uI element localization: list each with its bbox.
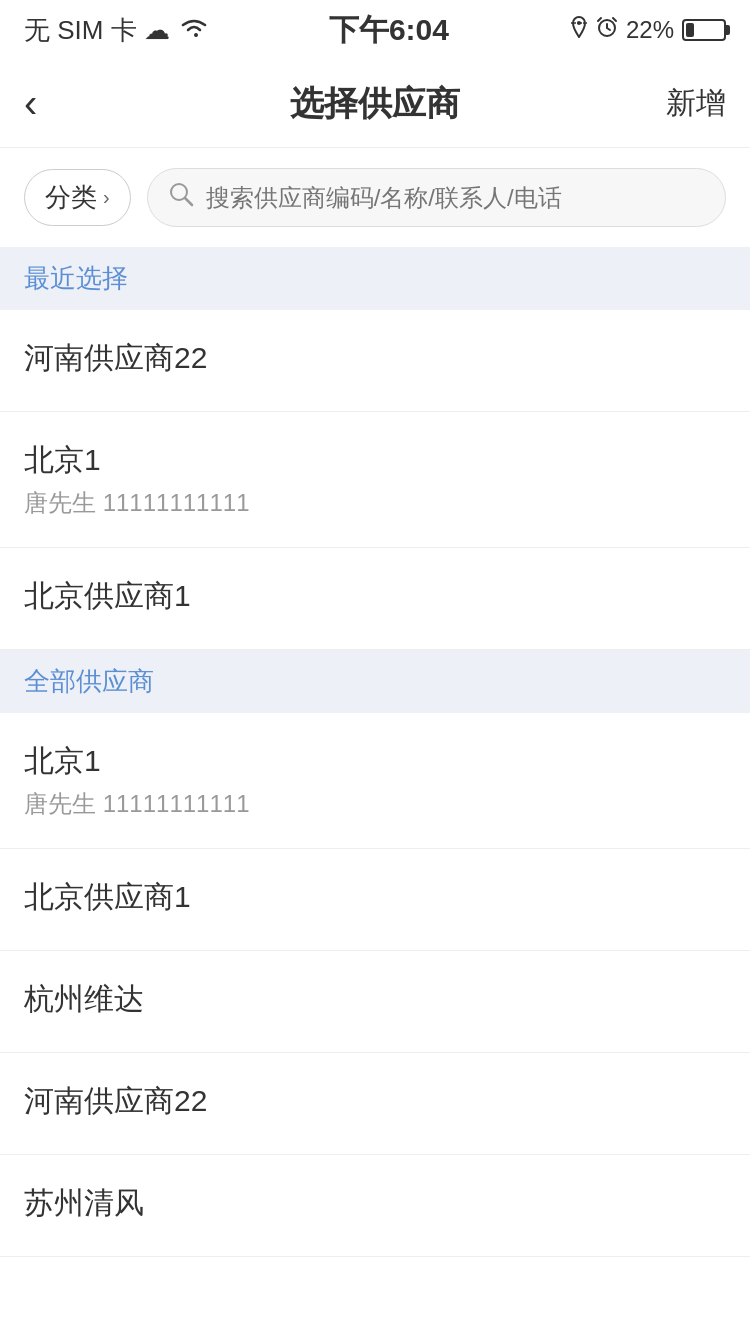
sim-status: 无 SIM 卡 ☁: [24, 13, 170, 48]
location-icon: [570, 16, 588, 44]
all-section-header: 全部供应商: [0, 650, 750, 713]
search-box[interactable]: [147, 168, 726, 227]
status-left: 无 SIM 卡 ☁: [24, 13, 208, 48]
item-name: 苏州清风: [24, 1183, 726, 1224]
item-name: 北京1: [24, 440, 726, 481]
search-input[interactable]: [206, 184, 705, 212]
item-name: 北京供应商1: [24, 576, 726, 617]
item-name: 杭州维达: [24, 979, 726, 1020]
recent-list: 河南供应商22 北京1 唐先生 11111111111 北京供应商1: [0, 310, 750, 650]
recent-section-header: 最近选择: [0, 247, 750, 310]
filter-bar: 分类 ›: [0, 148, 750, 247]
item-detail: 唐先生 11111111111: [24, 788, 726, 820]
list-item[interactable]: 杭州维达: [0, 951, 750, 1053]
status-bar: 无 SIM 卡 ☁ 下午6:04 22%: [0, 0, 750, 60]
status-time: 下午6:04: [329, 10, 449, 51]
add-button[interactable]: 新增: [666, 83, 726, 124]
alarm-icon: [596, 16, 618, 44]
battery-percent: 22%: [626, 16, 674, 44]
list-item[interactable]: 北京1 唐先生 11111111111: [0, 713, 750, 849]
wifi-icon: [180, 15, 208, 46]
list-item[interactable]: 北京1 唐先生 11111111111: [0, 412, 750, 548]
list-item[interactable]: 北京供应商1: [0, 849, 750, 951]
back-button[interactable]: ‹: [24, 81, 84, 126]
item-detail: 唐先生 11111111111: [24, 487, 726, 519]
status-right: 22%: [570, 16, 726, 44]
chevron-right-icon: ›: [103, 186, 110, 209]
search-icon: [168, 181, 194, 214]
list-item[interactable]: 苏州清风: [0, 1155, 750, 1257]
item-name: 北京1: [24, 741, 726, 782]
battery-icon: [682, 19, 726, 41]
all-suppliers-list: 北京1 唐先生 11111111111 北京供应商1 杭州维达河南供应商22 苏州清风: [0, 713, 750, 1257]
category-label: 分类: [45, 180, 97, 215]
item-name: 河南供应商22: [24, 1081, 726, 1122]
item-name: 河南供应商22: [24, 338, 726, 379]
list-item[interactable]: 河南供应商22: [0, 310, 750, 412]
category-button[interactable]: 分类 ›: [24, 169, 131, 226]
item-name: 北京供应商1: [24, 877, 726, 918]
nav-bar: ‹ 选择供应商 新增: [0, 60, 750, 148]
list-item[interactable]: 北京供应商1: [0, 548, 750, 650]
page-title: 选择供应商: [290, 81, 460, 127]
list-item[interactable]: 河南供应商22: [0, 1053, 750, 1155]
